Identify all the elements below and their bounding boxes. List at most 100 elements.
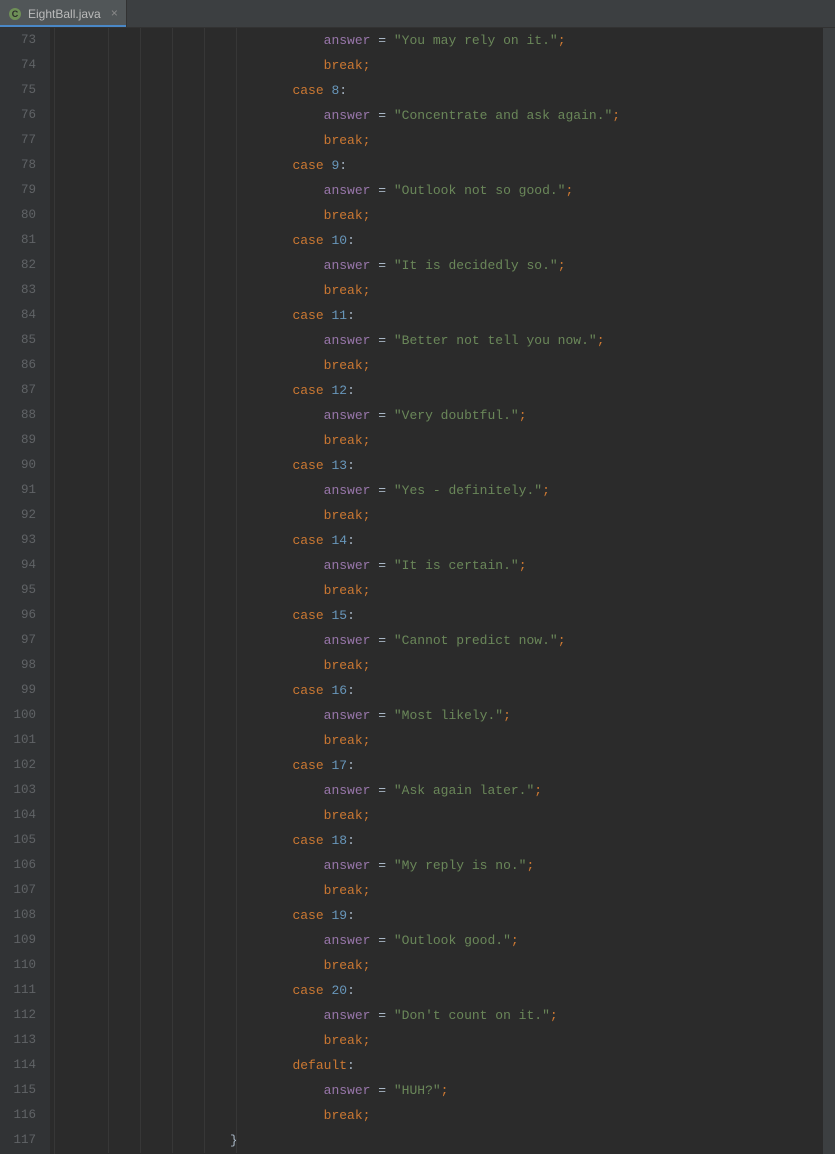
token-semi: ; <box>519 558 527 573</box>
token-str: "Most likely." <box>394 708 503 723</box>
token-semi: ; <box>363 1033 371 1048</box>
token-str: "Don't count on it." <box>394 1008 550 1023</box>
token-str: "It is certain." <box>394 558 519 573</box>
token-semi: ; <box>550 1008 558 1023</box>
line-number: 85 <box>0 328 36 353</box>
token-str: "Concentrate and ask again." <box>394 108 612 123</box>
token-colon: : <box>347 1058 355 1073</box>
token-num: 16 <box>331 683 347 698</box>
code-line: break; <box>74 878 835 903</box>
line-number: 111 <box>0 978 36 1003</box>
token-semi: ; <box>363 358 371 373</box>
token-semi: ; <box>363 133 371 148</box>
line-number: 87 <box>0 378 36 403</box>
token-semi: ; <box>363 208 371 223</box>
code-line: answer = "Outlook good."; <box>74 928 835 953</box>
code-line: answer = "Very doubtful."; <box>74 403 835 428</box>
line-number: 83 <box>0 278 36 303</box>
token-var: answer <box>324 33 371 48</box>
line-number: 107 <box>0 878 36 903</box>
token-semi: ; <box>363 433 371 448</box>
token-semi: ; <box>363 883 371 898</box>
code-area[interactable]: answer = "You may rely on it."; break; c… <box>74 28 835 1154</box>
line-number: 81 <box>0 228 36 253</box>
code-line: case 20: <box>74 978 835 1003</box>
token-kw: case <box>292 233 331 248</box>
line-number-gutter: 7374757677787980818283848586878889909192… <box>0 28 50 1154</box>
vertical-scrollbar[interactable] <box>823 28 835 1154</box>
token-kw: break <box>324 58 363 73</box>
token-var: answer <box>324 258 371 273</box>
line-number: 99 <box>0 678 36 703</box>
line-number: 105 <box>0 828 36 853</box>
code-line: break; <box>74 653 835 678</box>
line-number: 79 <box>0 178 36 203</box>
token-semi: ; <box>526 858 534 873</box>
token-var: answer <box>324 183 371 198</box>
line-number: 74 <box>0 53 36 78</box>
token-op: = <box>370 558 393 573</box>
token-var: answer <box>324 858 371 873</box>
token-kw: break <box>324 658 363 673</box>
token-str: "HUH?" <box>394 1083 441 1098</box>
token-var: answer <box>324 783 371 798</box>
code-line: case 10: <box>74 228 835 253</box>
code-line: break; <box>74 1028 835 1053</box>
line-number: 91 <box>0 478 36 503</box>
token-var: answer <box>324 933 371 948</box>
line-number: 90 <box>0 453 36 478</box>
line-number: 77 <box>0 128 36 153</box>
token-kw: case <box>292 383 331 398</box>
close-icon[interactable]: × <box>111 7 118 21</box>
code-line: case 13: <box>74 453 835 478</box>
token-semi: ; <box>363 1108 371 1123</box>
token-num: 18 <box>331 833 347 848</box>
token-num: 12 <box>331 383 347 398</box>
code-line: answer = "Cannot predict now."; <box>74 628 835 653</box>
token-var: answer <box>324 408 371 423</box>
token-op: = <box>370 858 393 873</box>
token-op: = <box>370 483 393 498</box>
code-line: answer = "Ask again later."; <box>74 778 835 803</box>
token-op: = <box>370 783 393 798</box>
token-colon: : <box>347 908 355 923</box>
tab-eightball[interactable]: C EightBall.java × <box>0 0 127 27</box>
token-colon: : <box>347 383 355 398</box>
token-kw: break <box>324 508 363 523</box>
token-var: answer <box>324 1083 371 1098</box>
token-var: answer <box>324 483 371 498</box>
line-number: 117 <box>0 1128 36 1153</box>
code-line: break; <box>74 278 835 303</box>
token-semi: ; <box>597 333 605 348</box>
line-number: 84 <box>0 303 36 328</box>
token-kw: case <box>292 533 331 548</box>
editor: 7374757677787980818283848586878889909192… <box>0 28 835 1154</box>
code-line: answer = "My reply is no."; <box>74 853 835 878</box>
line-number: 88 <box>0 403 36 428</box>
token-kw: break <box>324 1033 363 1048</box>
code-line: case 11: <box>74 303 835 328</box>
line-number: 96 <box>0 603 36 628</box>
token-colon: : <box>347 833 355 848</box>
line-number: 100 <box>0 703 36 728</box>
token-colon: : <box>347 308 355 323</box>
code-line: default: <box>74 1053 835 1078</box>
token-kw: case <box>292 608 331 623</box>
tab-bar: C EightBall.java × <box>0 0 835 28</box>
line-number: 114 <box>0 1053 36 1078</box>
code-line: case 12: <box>74 378 835 403</box>
token-semi: ; <box>363 808 371 823</box>
token-var: answer <box>324 1008 371 1023</box>
token-kw: case <box>292 308 331 323</box>
line-number: 95 <box>0 578 36 603</box>
token-str: "You may rely on it." <box>394 33 558 48</box>
token-num: 15 <box>331 608 347 623</box>
token-str: "Outlook good." <box>394 933 511 948</box>
token-kw: break <box>324 208 363 223</box>
token-semi: ; <box>558 633 566 648</box>
line-number: 94 <box>0 553 36 578</box>
java-class-icon: C <box>8 7 22 21</box>
token-str: "Cannot predict now." <box>394 633 558 648</box>
token-semi: ; <box>441 1083 449 1098</box>
token-colon: : <box>339 158 347 173</box>
